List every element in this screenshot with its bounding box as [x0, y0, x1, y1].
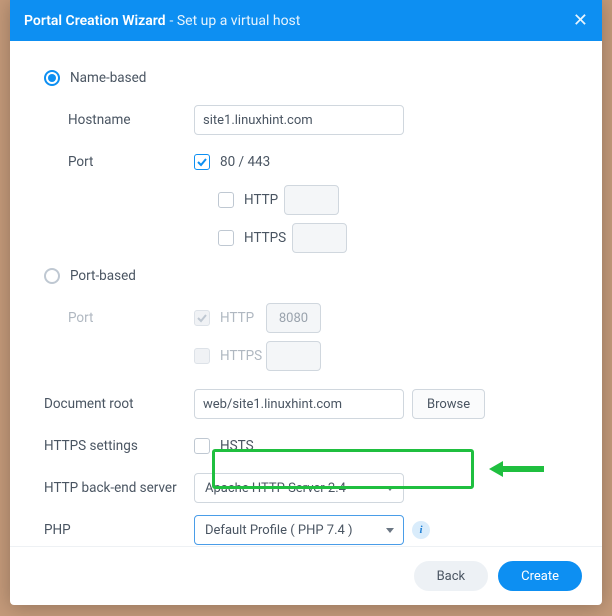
backend-row: HTTP back-end server Apache HTTP Server … — [44, 473, 568, 503]
back-button[interactable]: Back — [414, 561, 489, 591]
pb-https-checkbox — [194, 348, 210, 364]
create-button[interactable]: Create — [498, 561, 582, 591]
http-port-input[interactable] — [284, 185, 339, 215]
port-based-port-label: Port — [68, 310, 194, 326]
php-label: PHP — [44, 522, 194, 538]
close-icon[interactable]: ✕ — [573, 10, 588, 31]
hostname-input[interactable] — [194, 105, 404, 135]
port-row: Port 80 / 443 — [44, 147, 568, 177]
port-based-label: Port-based — [70, 268, 136, 284]
portal-creation-wizard-modal: Portal Creation Wizard - Set up a virtua… — [10, 0, 602, 605]
backend-value: Apache HTTP Server 2.4 — [205, 481, 346, 496]
name-based-row[interactable]: Name-based — [44, 63, 568, 93]
php-info-icon[interactable]: i — [412, 521, 430, 539]
hostname-label: Hostname — [68, 112, 194, 128]
https-checkbox[interactable] — [218, 230, 234, 246]
https-label: HTTPS — [244, 230, 286, 246]
backend-label: HTTP back-end server — [44, 480, 194, 496]
port-80-443-label: 80 / 443 — [220, 154, 270, 170]
browse-button[interactable]: Browse — [412, 389, 485, 419]
pb-http-checkbox — [194, 310, 210, 326]
modal-body: Name-based Hostname Port 80 / 443 HTTP — [10, 41, 602, 546]
port-label: Port — [68, 154, 194, 170]
name-based-port-options: HTTP HTTPS — [218, 185, 568, 253]
titlebar: Portal Creation Wizard - Set up a virtua… — [10, 0, 602, 41]
https-settings-row: HTTPS settings HSTS — [44, 431, 568, 461]
hsts-label: HSTS — [220, 438, 254, 454]
pb-https-port-input — [266, 341, 321, 371]
document-root-row: Document root Browse — [44, 389, 568, 419]
port-80-443-checkbox[interactable] — [194, 154, 210, 170]
pb-http-port-input — [266, 303, 321, 333]
backend-select[interactable]: Apache HTTP Server 2.4 — [194, 473, 404, 503]
https-settings-label: HTTPS settings — [44, 438, 194, 454]
php-value: Default Profile ( PHP 7.4 ) — [205, 523, 353, 538]
titlebar-title: Portal Creation Wizard — [24, 13, 166, 29]
hostname-row: Hostname — [44, 105, 568, 135]
pb-https-row: HTTPS — [44, 341, 568, 371]
port-based-radio[interactable] — [44, 268, 60, 284]
footer: Back Create — [10, 546, 602, 605]
document-root-label: Document root — [44, 396, 194, 412]
pb-http-label: HTTP — [220, 310, 266, 326]
name-based-label: Name-based — [70, 70, 146, 86]
php-row: PHP Default Profile ( PHP 7.4 ) i — [44, 515, 568, 545]
port-based-row[interactable]: Port-based — [44, 261, 568, 291]
port-based-port-row: Port HTTP — [44, 303, 568, 333]
pb-https-label: HTTPS — [220, 348, 266, 364]
document-root-input[interactable] — [194, 389, 404, 419]
titlebar-subtitle: - Set up a virtual host — [170, 13, 301, 29]
hsts-checkbox[interactable] — [194, 438, 210, 454]
name-based-radio[interactable] — [44, 70, 60, 86]
https-port-input[interactable] — [292, 223, 347, 253]
http-checkbox[interactable] — [218, 192, 234, 208]
http-label: HTTP — [244, 192, 278, 208]
php-select[interactable]: Default Profile ( PHP 7.4 ) — [194, 515, 404, 545]
